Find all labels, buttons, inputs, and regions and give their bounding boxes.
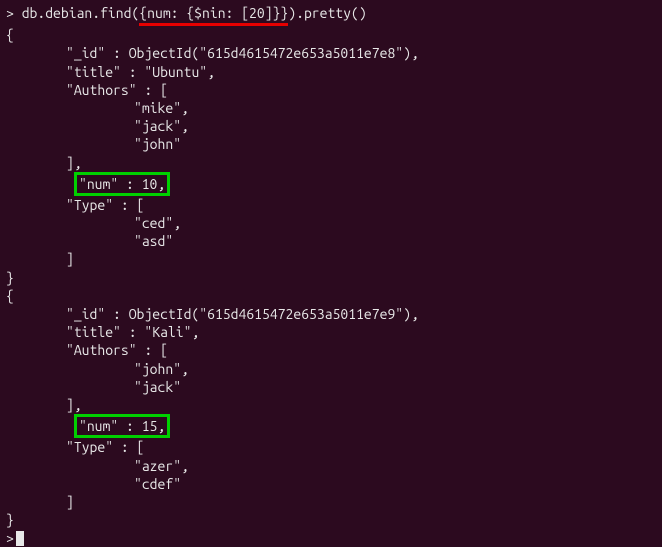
brace-close: } xyxy=(6,511,656,529)
doc-types-close: ] xyxy=(6,250,656,268)
doc-authors-close: ], xyxy=(6,396,656,414)
brace-open: { xyxy=(6,287,656,305)
cursor-icon xyxy=(16,531,24,546)
doc-num-highlight: "num" : 15, xyxy=(74,414,170,438)
doc-type: "asd" xyxy=(6,232,656,250)
doc-type: "ced", xyxy=(6,214,656,232)
doc-type: "cdef" xyxy=(6,475,656,493)
doc-types-close: ] xyxy=(6,493,656,511)
prompt-line[interactable]: > xyxy=(6,529,656,547)
prompt-char: > xyxy=(6,5,14,21)
prompt-char: > xyxy=(6,530,14,546)
doc-title: "title" : "Kali", xyxy=(6,323,656,341)
doc-type: "azer", xyxy=(6,457,656,475)
doc-id: "_id" : ObjectId("615d4615472e653a5011e7… xyxy=(6,44,656,62)
command-line[interactable]: > db.debian.find({num: {$nin: [20]}}).pr… xyxy=(6,4,656,26)
doc-authors-label: "Authors" : [ xyxy=(6,341,656,359)
doc-authors-close: ], xyxy=(6,154,656,172)
doc-authors-label: "Authors" : [ xyxy=(6,81,656,99)
doc-num-row: "num" : 15, xyxy=(6,414,656,438)
doc-id: "_id" : ObjectId("615d4615472e653a5011e7… xyxy=(6,305,656,323)
doc-author: "john" xyxy=(6,135,656,153)
doc-author: "jack" xyxy=(6,378,656,396)
doc-author: "jack", xyxy=(6,117,656,135)
command-suffix: ).pretty() xyxy=(288,5,366,21)
doc-type-label: "Type" : [ xyxy=(6,438,656,456)
brace-open: { xyxy=(6,26,656,44)
command-prefix: db.debian.find( xyxy=(22,5,140,21)
terminal-output: > db.debian.find({num: {$nin: [20]}}).pr… xyxy=(6,4,656,547)
command-highlighted: {num: {$nin: [20]}} xyxy=(139,4,288,26)
doc-num-row: "num" : 10, xyxy=(6,172,656,196)
doc-num-highlight: "num" : 10, xyxy=(74,172,170,196)
doc-title: "title" : "Ubuntu", xyxy=(6,63,656,81)
brace-close: } xyxy=(6,269,656,287)
doc-author: "john", xyxy=(6,360,656,378)
doc-type-label: "Type" : [ xyxy=(6,196,656,214)
doc-author: "mike", xyxy=(6,99,656,117)
